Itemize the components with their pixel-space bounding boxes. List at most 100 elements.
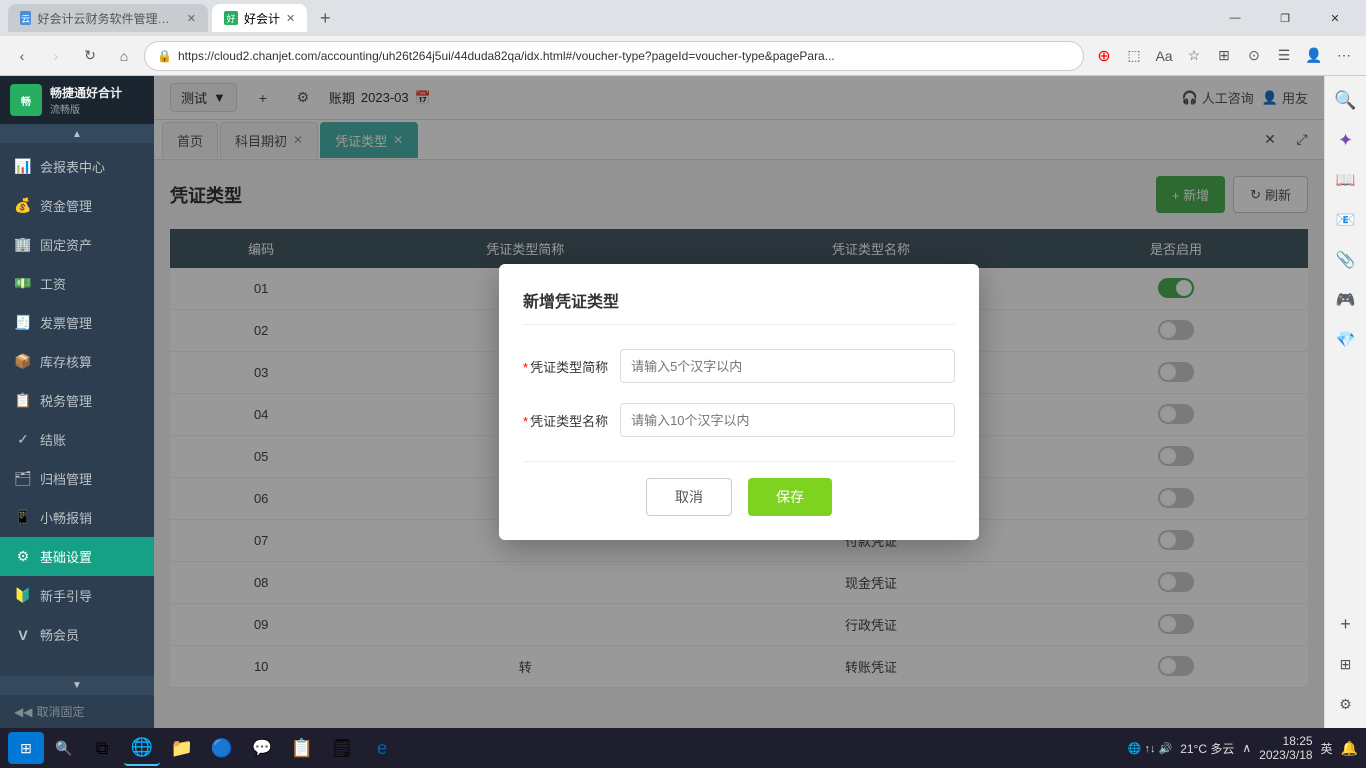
sidebar-item-invoice-label: 发票管理: [40, 313, 92, 332]
tab1-label: 好会计云财务软件管理系统_会计: [37, 10, 180, 27]
back-button[interactable]: ‹: [8, 42, 36, 70]
sidebar-copilot-icon[interactable]: ✦: [1328, 122, 1364, 158]
sidebar-grid-icon[interactable]: ⊞: [1328, 646, 1364, 682]
profile-icon[interactable]: 👤: [1300, 42, 1328, 70]
sidebar-item-archive-label: 归档管理: [40, 469, 92, 488]
dialog-overlay: 新增凭证类型 凭证类型简称 凭证类型名称 取消 保存: [154, 76, 1324, 728]
add-voucher-dialog: 新增凭证类型 凭证类型简称 凭证类型名称 取消 保存: [499, 264, 979, 540]
tab1-close[interactable]: ✕: [187, 12, 196, 25]
left-sidebar: 畅 畅捷通好合计 流畅版 ▲ 📊 会报表中心 💰 资金管理 🏢 固定资产 💵: [0, 76, 154, 728]
sidebar-footer[interactable]: ◀◀ 取消固定: [0, 694, 154, 728]
refresh-button[interactable]: ↻: [76, 42, 104, 70]
sidebar-item-capital-label: 资金管理: [40, 196, 92, 215]
browser-chrome: 云 好会计云财务软件管理系统_会计 ✕ 好 好会计 ✕ + — ❐ ✕ ‹ › …: [0, 0, 1366, 76]
sidebar-add-icon[interactable]: +: [1328, 606, 1364, 642]
sidebar-item-tax[interactable]: 📋 税务管理: [0, 381, 154, 420]
abbr-input[interactable]: [620, 349, 955, 383]
sidebar-item-report-label: 小畅报销: [40, 508, 92, 527]
taskbar-edge2[interactable]: e: [364, 730, 400, 766]
sidebar-games-icon[interactable]: 🎮: [1328, 282, 1364, 318]
guide-icon: 🔰: [14, 587, 32, 605]
extension-icon-4[interactable]: ☆: [1180, 42, 1208, 70]
extension-icon-1[interactable]: ⊕: [1090, 42, 1118, 70]
sidebar-item-guide-label: 新手引导: [40, 586, 92, 605]
taskbar-system-icons: 🌐 ↑↓ 🔊: [1128, 742, 1173, 755]
name-label: 凭证类型名称: [523, 411, 608, 430]
sidebar-item-member[interactable]: V 畅会员: [0, 615, 154, 654]
sidebar-header: 畅 畅捷通好合计 流畅版: [0, 76, 154, 125]
report-icon: 📱: [14, 509, 32, 527]
taskbar-edge[interactable]: 🌐: [124, 730, 160, 766]
taskbar-app2[interactable]: 🗒: [324, 730, 360, 766]
sidebar-item-inventory-label: 库存核算: [40, 352, 92, 371]
sidebar-item-member-label: 畅会员: [40, 625, 79, 644]
pin-icon: ◀◀: [14, 705, 32, 719]
new-tab-button[interactable]: +: [311, 4, 339, 32]
extension-icon-2[interactable]: ⬚: [1120, 42, 1148, 70]
close-button[interactable]: ✕: [1312, 4, 1358, 32]
dialog-title: 新增凭证类型: [523, 288, 955, 325]
sidebar-scroll-up[interactable]: ▲: [0, 125, 154, 143]
extension-icon-3[interactable]: Aa: [1150, 42, 1178, 70]
sidebar-item-guide[interactable]: 🔰 新手引导: [0, 576, 154, 615]
tab2-close[interactable]: ✕: [286, 12, 295, 25]
taskbar-right: 🌐 ↑↓ 🔊 21°C 多云 ∧ 18:25 2023/3/18 英 🔔: [1128, 734, 1358, 762]
save-button[interactable]: 保存: [748, 478, 832, 516]
sidebar-item-settings[interactable]: ⚙ 基础设置: [0, 537, 154, 576]
logo-text: 畅: [21, 93, 31, 108]
sidebar-search-icon[interactable]: 🔍: [1328, 82, 1364, 118]
taskbar-app1[interactable]: 📋: [284, 730, 320, 766]
sidebar-settings-icon[interactable]: ⚙: [1328, 686, 1364, 722]
browser-right-sidebar: 🔍 ✦ 📖 📧 📎 🎮 💎 + ⊞ ⚙: [1324, 76, 1366, 728]
notification-button[interactable]: 🔔: [1341, 740, 1358, 757]
sidebar-item-fixed-assets[interactable]: 🏢 固定资产: [0, 225, 154, 264]
sidebar-item-inventory[interactable]: 📦 库存核算: [0, 342, 154, 381]
taskbar-search-button[interactable]: 🔍: [48, 732, 80, 764]
taskbar-chrome[interactable]: 🔵: [204, 730, 240, 766]
name-input[interactable]: [620, 403, 955, 437]
taskbar-wechat[interactable]: 💬: [244, 730, 280, 766]
member-icon: V: [14, 626, 32, 644]
browser-toolbar: ‹ › ↻ ⌂ 🔒 https://cloud2.chanjet.com/acc…: [0, 36, 1366, 76]
sidebar-company-name: 畅捷通好合计: [50, 84, 122, 101]
dialog-footer: 取消 保存: [523, 461, 955, 516]
toolbar-icons: ⊕ ⬚ Aa ☆ ⊞ ⊙ ☰ 👤 ⋯: [1090, 42, 1358, 70]
sidebar-reading-icon[interactable]: 📖: [1328, 162, 1364, 198]
minimize-button[interactable]: —: [1212, 4, 1258, 32]
extension-icon-5[interactable]: ⊞: [1210, 42, 1238, 70]
extension-icon-6[interactable]: ⊙: [1240, 42, 1268, 70]
sidebar-item-checkout[interactable]: ✓ 结账: [0, 420, 154, 459]
taskbar-date: 2023/3/18: [1259, 748, 1312, 762]
more-button[interactable]: ⋯: [1330, 42, 1358, 70]
cancel-button[interactable]: 取消: [646, 478, 732, 516]
sidebar-footer-label: 取消固定: [36, 703, 84, 720]
sidebar-item-dashboard[interactable]: 📊 会报表中心: [0, 147, 154, 186]
start-button[interactable]: ⊞: [8, 732, 44, 764]
maximize-button[interactable]: ❐: [1262, 4, 1308, 32]
address-bar[interactable]: 🔒 https://cloud2.chanjet.com/accounting/…: [144, 41, 1084, 71]
sidebar-outlook-icon[interactable]: 📧: [1328, 202, 1364, 238]
taskbar-file[interactable]: 📁: [164, 730, 200, 766]
taskbar-weather: 21°C 多云: [1180, 740, 1234, 757]
sidebar-item-report[interactable]: 📱 小畅报销: [0, 498, 154, 537]
window-controls: — ❐ ✕: [1212, 4, 1358, 32]
sidebar-item-invoice[interactable]: 🧾 发票管理: [0, 303, 154, 342]
sidebar-item-archive[interactable]: 🗂 归档管理: [0, 459, 154, 498]
browser-tab-1[interactable]: 云 好会计云财务软件管理系统_会计 ✕: [8, 4, 208, 32]
taskbar-taskview[interactable]: ⧉: [84, 730, 120, 766]
abbr-label: 凭证类型简称: [523, 357, 608, 376]
sidebar-scroll-down[interactable]: ▼: [0, 676, 154, 694]
sidebar-office-icon[interactable]: 📎: [1328, 242, 1364, 278]
chevron-up-icon[interactable]: ∧: [1242, 741, 1251, 755]
sidebar-item-tax-label: 税务管理: [40, 391, 92, 410]
sidebar-item-capital[interactable]: 💰 资金管理: [0, 186, 154, 225]
browser-tab-2[interactable]: 好 好会计 ✕: [212, 4, 307, 32]
sidebar-wallet-icon[interactable]: 💎: [1328, 322, 1364, 358]
sidebar-item-salary[interactable]: 💵 工资: [0, 264, 154, 303]
tab2-label: 好会计: [244, 10, 280, 27]
home-button[interactable]: ⌂: [110, 42, 138, 70]
tab2-favicon: 好: [224, 11, 238, 25]
extension-icon-7[interactable]: ☰: [1270, 42, 1298, 70]
forward-button[interactable]: ›: [42, 42, 70, 70]
tax-icon: 📋: [14, 392, 32, 410]
